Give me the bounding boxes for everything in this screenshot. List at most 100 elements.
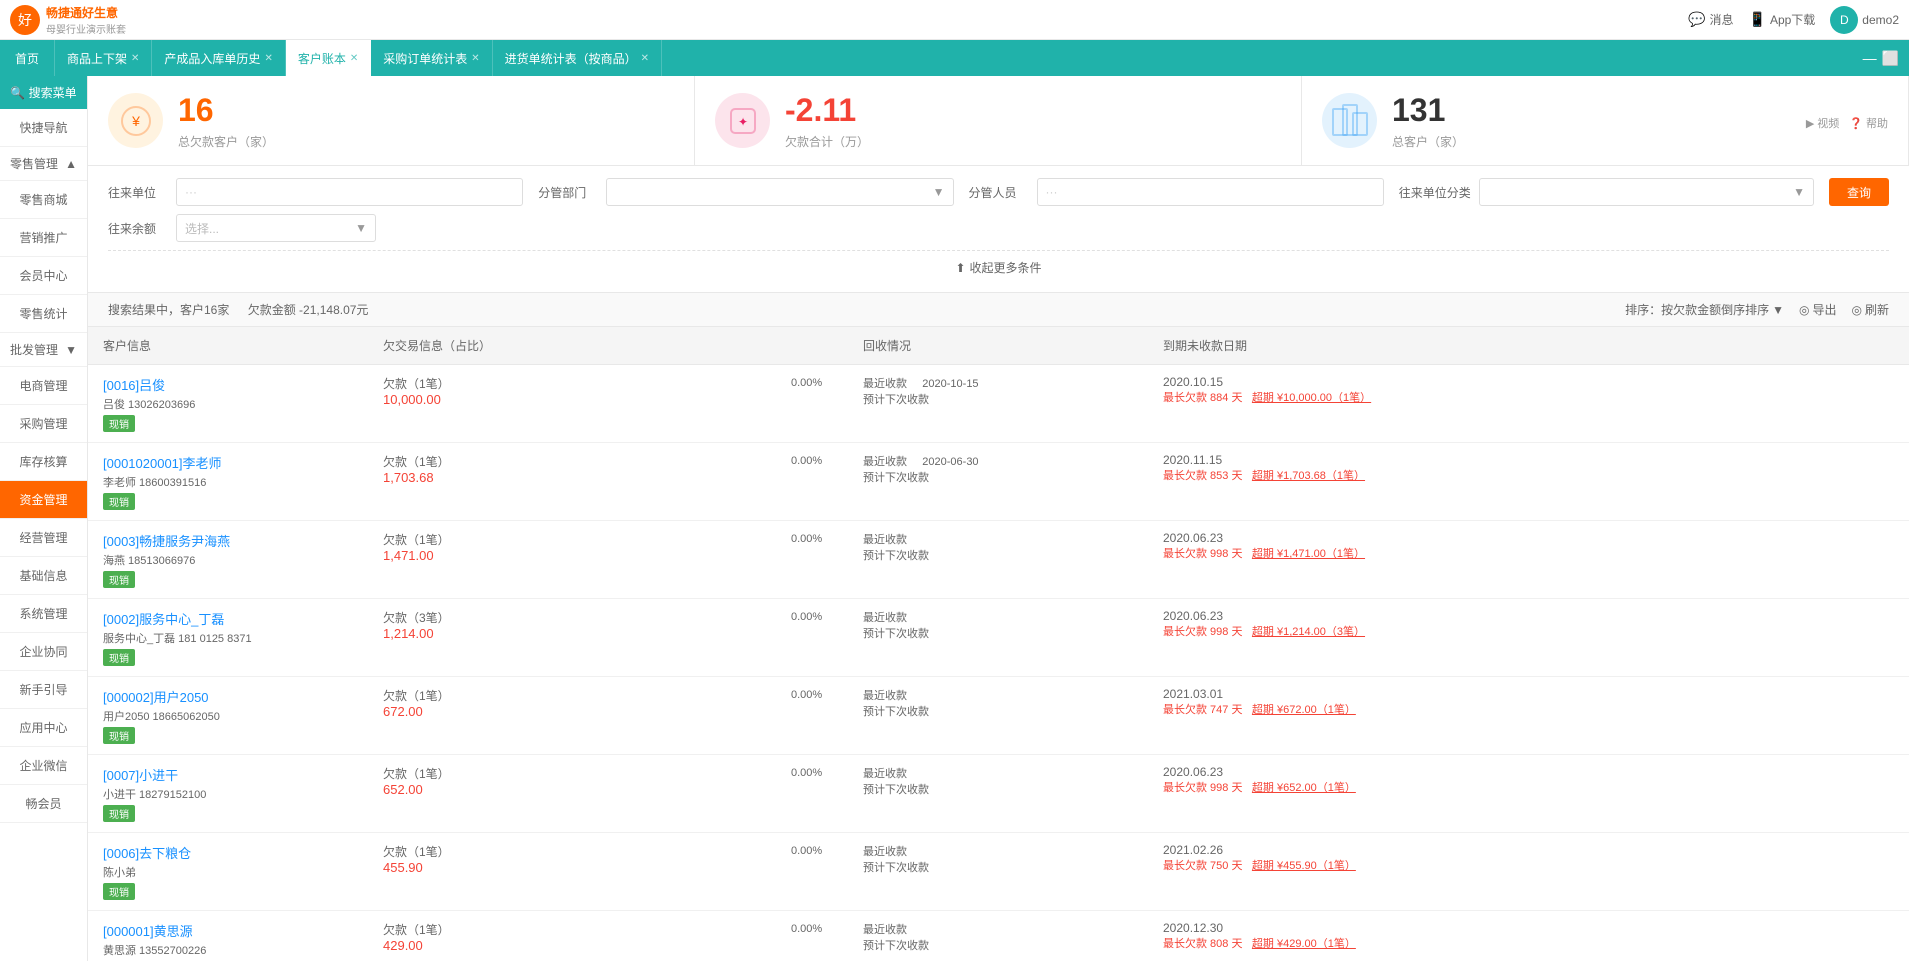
stats-row: ¥ 16 总欠款客户（家） ✦ -2.11 欠款合计（万） — [88, 76, 1909, 166]
sidebar-item-new-guide[interactable]: 新手引导 — [0, 671, 87, 709]
close-stock-tab[interactable]: ✕ — [264, 53, 272, 64]
debt-amount-5[interactable]: 652.00 — [383, 782, 753, 797]
sidebar-item-retail-stats[interactable]: 零售统计 — [0, 295, 87, 333]
sidebar-search[interactable]: 🔍 搜索菜单 — [0, 76, 87, 109]
svg-text:¥: ¥ — [131, 113, 140, 129]
dept-input[interactable]: ▼ — [606, 178, 953, 206]
cell-debt-count-6: 欠款（1笔） 455.90 — [368, 833, 768, 911]
sidebar-item-retail-mall[interactable]: 零售商城 — [0, 181, 87, 219]
tab-purchase-stats[interactable]: 采购订单统计表 ✕ — [371, 40, 492, 76]
search-label: 搜索菜单 — [29, 86, 77, 100]
sidebar-item-quick-nav[interactable]: 快捷导航 — [0, 109, 87, 147]
overdue-info-3: 最长欠款 998 天 超期 ¥1,214.00（3笔） — [1163, 623, 1894, 639]
customer-name-link-1[interactable]: [0001020001]李老师 — [103, 456, 222, 471]
close-goods-tab[interactable]: ✕ — [131, 53, 139, 64]
cell-customer-info-7: [000001]黄思源 黄思源 13552700226 现销 — [88, 911, 368, 961]
customer-name-link-2[interactable]: [0003]畅捷服务尹海燕 — [103, 534, 230, 549]
debt-amount-4[interactable]: 672.00 — [383, 704, 753, 719]
stat-card-total-customers: 131 总客户（家） ▶ 视频 ❓ 帮助 — [1302, 76, 1909, 165]
customer-name-link-0[interactable]: [0016]吕俊 — [103, 378, 165, 393]
sidebar-item-retail-mgmt[interactable]: 零售管理 ▲ — [0, 147, 87, 181]
help-btn[interactable]: ❓ 帮助 — [1849, 115, 1888, 131]
sidebar-item-purchase[interactable]: 采购管理 — [0, 405, 87, 443]
due-date-5: 2020.06.23 — [1163, 765, 1894, 779]
overdue-amount-link-3[interactable]: 超期 ¥1,214.00（3笔） — [1252, 626, 1365, 638]
sidebar-item-finance[interactable]: 资金管理 — [0, 481, 87, 519]
close-stock-stats-tab[interactable]: ✕ — [641, 53, 649, 64]
sidebar-item-ops[interactable]: 经营管理 — [0, 519, 87, 557]
tab-home-label: 首页 — [15, 50, 39, 67]
svg-text:✦: ✦ — [737, 115, 747, 129]
sidebar-item-batch-mgmt[interactable]: 批发管理 ▼ — [0, 333, 87, 367]
sidebar-item-basic-info[interactable]: 基础信息 — [0, 557, 87, 595]
sidebar-item-inventory[interactable]: 库存核算 — [0, 443, 87, 481]
cell-due-date-0: 2020.10.15 最长欠款 884 天 超期 ¥10,000.00（1笔） — [1148, 365, 1909, 443]
minimize-icon[interactable]: — — [1863, 50, 1877, 67]
overdue-amount-link-2[interactable]: 超期 ¥1,471.00（1笔） — [1252, 548, 1365, 560]
sidebar-item-corp-wechat[interactable]: 企业微信 — [0, 747, 87, 785]
customer-name-link-7[interactable]: [000001]黄思源 — [103, 924, 193, 939]
app-download-btn[interactable]: 📱 App下载 — [1749, 11, 1816, 28]
debt-amount-3[interactable]: 1,214.00 — [383, 626, 753, 641]
sidebar-item-member-plus[interactable]: 畅会员 — [0, 785, 87, 823]
query-button[interactable]: 查询 — [1829, 178, 1889, 206]
cell-percent-6: 0.00% — [768, 833, 848, 911]
cell-due-date-2: 2020.06.23 最长欠款 998 天 超期 ¥1,471.00（1笔） — [1148, 521, 1909, 599]
debt-amount-2[interactable]: 1,471.00 — [383, 548, 753, 563]
maximize-icon[interactable]: ⬜ — [1882, 50, 1899, 67]
message-btn[interactable]: 💬 消息 — [1688, 11, 1733, 28]
tab-home[interactable]: 首页 — [0, 40, 55, 76]
tab-customer-account[interactable]: 客户账本 ✕ — [286, 40, 371, 76]
overdue-amount-link-5[interactable]: 超期 ¥652.00（1笔） — [1252, 782, 1356, 794]
video-btn[interactable]: ▶ 视频 — [1806, 115, 1839, 131]
refresh-btn[interactable]: ◎ 刷新 — [1852, 301, 1890, 318]
balance-select[interactable]: 选择... ▼ — [176, 214, 376, 242]
table-row: [0016]吕俊 吕俊 13026203696 现销 欠款（1笔） 10,000… — [88, 365, 1909, 443]
overdue-amount-link-1[interactable]: 超期 ¥1,703.68（1笔） — [1252, 470, 1365, 482]
app-download-label: App下载 — [1770, 11, 1815, 28]
sidebar-item-ecommerce[interactable]: 电商管理 — [0, 367, 87, 405]
debt-amount-0[interactable]: 10,000.00 — [383, 392, 753, 407]
overdue-amount-link-7[interactable]: 超期 ¥429.00（1笔） — [1252, 938, 1356, 950]
sidebar-item-member-center[interactable]: 会员中心 — [0, 257, 87, 295]
balance-label: 往来余额 — [108, 220, 168, 237]
debt-amount-6[interactable]: 455.90 — [383, 860, 753, 875]
close-purchase-tab[interactable]: ✕ — [471, 53, 479, 64]
customer-name-link-6[interactable]: [0006]去下粮仓 — [103, 846, 191, 861]
tab-stock-stats[interactable]: 进货单统计表（按商品） ✕ — [493, 40, 662, 76]
sidebar-quick-nav-label: 快捷导航 — [19, 121, 67, 135]
sidebar-marketing-label: 营销推广 — [19, 231, 67, 245]
customer-name-link-3[interactable]: [0002]服务中心_丁磊 — [103, 612, 224, 627]
user-profile-btn[interactable]: D demo2 — [1830, 6, 1899, 34]
overdue-amount-link-0[interactable]: 超期 ¥10,000.00（1笔） — [1252, 392, 1371, 404]
category-input[interactable]: ▼ — [1479, 178, 1814, 206]
sidebar-item-app-center[interactable]: 应用中心 — [0, 709, 87, 747]
export-btn[interactable]: ◎ 导出 — [1799, 301, 1837, 318]
overdue-amount-link-4[interactable]: 超期 ¥672.00（1笔） — [1252, 704, 1356, 716]
close-customer-tab[interactable]: ✕ — [350, 53, 358, 64]
customer-phone-3: 服务中心_丁磊 181 0125 8371 — [103, 630, 353, 646]
th-debt-percent — [768, 327, 848, 365]
debt-amount-7[interactable]: 429.00 — [383, 938, 753, 953]
table-header-row: 客户信息 欠交易信息（占比） 回收情况 到期未收款日期 — [88, 327, 1909, 365]
sidebar-item-system[interactable]: 系统管理 — [0, 595, 87, 633]
tab-stock-history[interactable]: 产成品入库单历史 ✕ — [152, 40, 285, 76]
cell-percent-7: 0.00% — [768, 911, 848, 961]
overdue-days-6: 最长欠款 750 天 — [1163, 860, 1249, 872]
tab-purchase-stats-label: 采购订单统计表 — [383, 50, 467, 67]
sidebar-item-marketing[interactable]: 营销推广 — [0, 219, 87, 257]
cell-collect-0: 最近收款 2020-10-15 预计下次收款 — [848, 365, 1148, 443]
overdue-amount-link-6[interactable]: 超期 ¥455.90（1笔） — [1252, 860, 1356, 872]
sidebar-item-corp-coop[interactable]: 企业协同 — [0, 633, 87, 671]
customer-name-link-4[interactable]: [000002]用户2050 — [103, 690, 209, 705]
refresh-label: 刷新 — [1865, 301, 1889, 318]
source-unit-input[interactable]: ··· — [176, 178, 523, 206]
debt-amount-1[interactable]: 1,703.68 — [383, 470, 753, 485]
sidebar-new-guide-label: 新手引导 — [19, 683, 67, 697]
person-input[interactable]: ··· — [1037, 178, 1384, 206]
tab-goods[interactable]: 商品上下架 ✕ — [55, 40, 152, 76]
sidebar: 🔍 搜索菜单 快捷导航 零售管理 ▲ 零售商城 营销推广 会员中心 零售统计 批… — [0, 76, 88, 961]
customer-name-link-5[interactable]: [0007]小进干 — [103, 768, 178, 783]
cell-due-date-7: 2020.12.30 最长欠款 808 天 超期 ¥429.00（1笔） — [1148, 911, 1909, 961]
collapse-button[interactable]: ⬆ 收起更多条件 — [108, 255, 1889, 280]
